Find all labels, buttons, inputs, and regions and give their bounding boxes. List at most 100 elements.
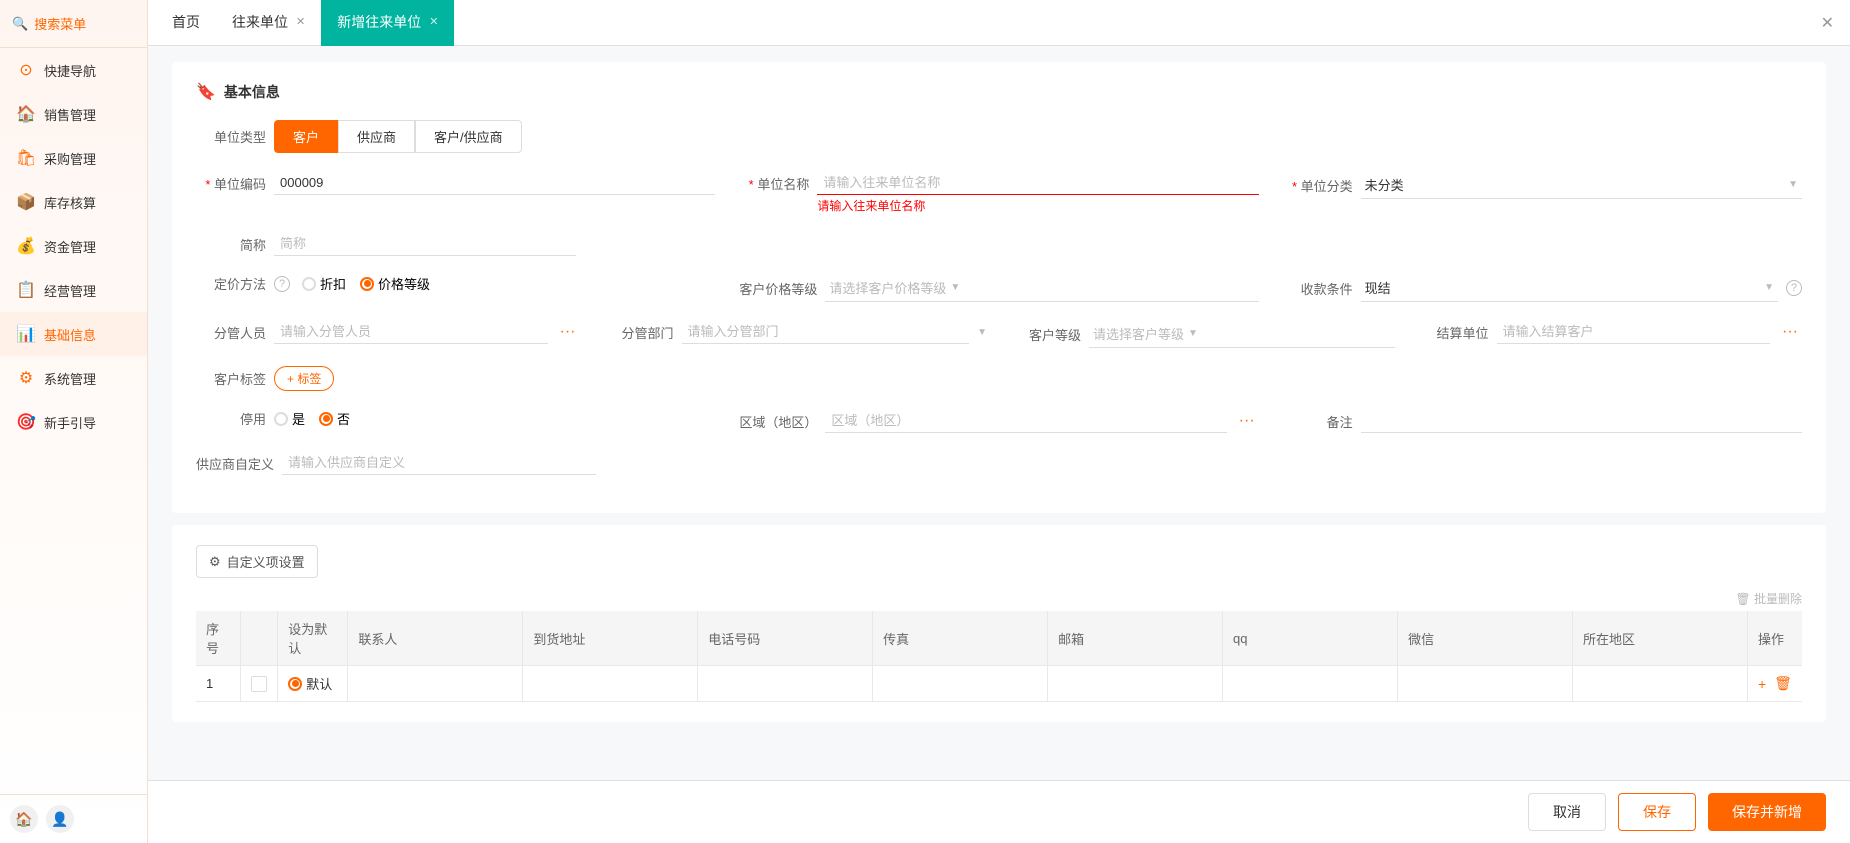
unit-type-row: 单位类型 客户 供应商 客户/供应商 (196, 120, 1802, 153)
pricing-help-icon[interactable]: ? (274, 276, 290, 292)
tab-partner-list[interactable]: 往来单位 ✕ (216, 0, 321, 46)
col-wechat: 微信 (1398, 611, 1573, 666)
default-radio[interactable]: 默认 (288, 674, 337, 693)
disabled-yes-radio[interactable]: 是 (274, 409, 305, 428)
batch-delete-btn[interactable]: 🗑 批量删除 (196, 590, 1802, 607)
tab-home[interactable]: 首页 (156, 0, 216, 46)
sidebar-search[interactable]: 🔍 搜索菜单 (0, 0, 147, 48)
row-checkbox[interactable] (251, 676, 267, 692)
manager-input[interactable] (274, 320, 548, 344)
unit-type-both-btn[interactable]: 客户/供应商 (415, 120, 522, 153)
customer-tags-row: 客户标签 + 标签 (196, 366, 1802, 391)
cell-email[interactable] (1048, 666, 1223, 702)
region-input[interactable] (825, 409, 1226, 433)
cell-phone[interactable] (698, 666, 873, 702)
sidebar-item-inventory[interactable]: 📦 库存核算 (0, 180, 147, 224)
customer-price-level-chevron: ▼ (950, 282, 960, 293)
sidebar-item-sales-mgmt[interactable]: 🏠 销售管理 (0, 92, 147, 136)
pricing-level-radio[interactable]: 价格等级 (360, 274, 430, 293)
customer-level-select[interactable]: 请选择客户等级 ▼ (1089, 320, 1395, 348)
tab-add-partner-close[interactable]: ✕ (429, 15, 438, 28)
unit-type-label: 单位类型 (196, 127, 266, 146)
address-input[interactable] (533, 676, 687, 691)
save-button[interactable]: 保存 (1618, 793, 1696, 831)
table-card: ⚙ 自定义项设置 🗑 批量删除 序号 设为默认 联系人 到货地址 电话号码 传真 (172, 525, 1826, 722)
payment-terms-help-icon[interactable]: ? (1786, 280, 1802, 296)
save-new-button[interactable]: 保存并新增 (1708, 793, 1826, 831)
inventory-icon: 📦 (16, 192, 36, 212)
custom-settings-btn[interactable]: ⚙ 自定义项设置 (196, 545, 318, 578)
batch-delete-label: 批量删除 (1754, 592, 1802, 606)
department-input[interactable] (682, 320, 970, 344)
email-input[interactable] (1058, 676, 1212, 691)
unit-category-select[interactable]: 未分类 ▼ (1361, 171, 1802, 199)
region-more-btn[interactable]: ··· (1235, 412, 1259, 430)
fax-input[interactable] (883, 676, 1037, 691)
row-actions: + 🗑 (1758, 675, 1792, 692)
remarks-field: 备注 (1283, 409, 1802, 433)
sidebar-item-new-guide[interactable]: 🎯 新手引导 (0, 400, 147, 444)
cell-wechat[interactable] (1398, 666, 1573, 702)
phone-input[interactable] (708, 676, 862, 691)
purchase-icon: 🛍 (16, 148, 36, 168)
tabbar-close-btn[interactable]: ✕ (1813, 13, 1842, 33)
col-fax: 传真 (873, 611, 1048, 666)
short-name-field: 简称 (196, 232, 576, 256)
unit-name-input[interactable] (817, 171, 1258, 195)
sidebar-item-ops-mgmt[interactable]: 📋 经营管理 (0, 268, 147, 312)
unit-type-customer-btn[interactable]: 客户 (274, 120, 338, 153)
col-email: 邮箱 (1048, 611, 1223, 666)
tab-add-partner[interactable]: 新增往来单位 ✕ (321, 0, 454, 46)
region-field: 区域（地区） ··· (739, 409, 1258, 433)
supplier-custom-input[interactable] (282, 451, 596, 475)
add-row-btn[interactable]: + (1758, 676, 1766, 692)
tabbar: 首页 往来单位 ✕ 新增往来单位 ✕ ✕ (148, 0, 1850, 46)
disabled-label: 停用 (196, 409, 266, 428)
unit-category-value: 未分类 (1365, 175, 1784, 194)
disabled-radio-group: 是 否 (274, 409, 350, 428)
manager-more-btn[interactable]: ··· (556, 323, 580, 341)
sidebar-item-sys-mgmt[interactable]: ⚙ 系统管理 (0, 356, 147, 400)
cell-address[interactable] (523, 666, 698, 702)
cell-fax[interactable] (873, 666, 1048, 702)
cell-default: 默认 (278, 666, 348, 702)
area-input[interactable] (1583, 676, 1737, 691)
disabled-yes-outer (274, 412, 288, 426)
add-tag-btn[interactable]: + 标签 (274, 366, 334, 391)
settlement-unit-more-btn[interactable]: ··· (1778, 323, 1802, 341)
search-icon: 🔍 (12, 16, 28, 32)
sidebar-home-btn[interactable]: 🏠 (10, 805, 38, 833)
short-name-input[interactable] (274, 232, 576, 256)
cell-contact[interactable] (348, 666, 523, 702)
wechat-input[interactable] (1408, 676, 1562, 691)
customer-level-chevron: ▼ (1188, 328, 1198, 339)
sidebar-item-basic-info[interactable]: 📊 基础信息 (0, 312, 147, 356)
cell-check (241, 666, 278, 702)
unit-code-field: 单位编码 (196, 171, 715, 195)
unit-type-supplier-btn[interactable]: 供应商 (338, 120, 415, 153)
payment-terms-select[interactable]: 现结 ▼ (1361, 274, 1778, 302)
contact-input[interactable] (358, 676, 512, 691)
sidebar-item-purchase-mgmt[interactable]: 🛍 采购管理 (0, 136, 147, 180)
settlement-unit-input[interactable] (1497, 320, 1771, 344)
cell-area[interactable] (1573, 666, 1748, 702)
pricing-discount-radio[interactable]: 折扣 (302, 274, 346, 293)
disabled-no-radio[interactable]: 否 (319, 409, 350, 428)
cancel-button[interactable]: 取消 (1528, 793, 1606, 831)
unit-code-input[interactable] (274, 171, 715, 195)
region-label: 区域（地区） (739, 412, 817, 431)
customer-price-level-label: 客户价格等级 (739, 279, 817, 298)
sidebar-item-finance[interactable]: 💰 资金管理 (0, 224, 147, 268)
new-guide-icon: 🎯 (16, 412, 36, 432)
table-header-row: 序号 设为默认 联系人 到货地址 电话号码 传真 邮箱 qq 微信 所在地区 操… (196, 611, 1802, 666)
sidebar-item-quick-nav[interactable]: ⊙ 快捷导航 (0, 48, 147, 92)
qq-input[interactable] (1233, 676, 1387, 691)
table-head: 序号 设为默认 联系人 到货地址 电话号码 传真 邮箱 qq 微信 所在地区 操… (196, 611, 1802, 666)
tab-partner-list-close[interactable]: ✕ (296, 15, 305, 28)
delete-row-btn[interactable]: 🗑 (1774, 675, 1792, 692)
sidebar-user-btn[interactable]: 👤 (46, 805, 74, 833)
customer-price-level-select[interactable]: 请选择客户价格等级 ▼ (825, 274, 1258, 302)
cell-qq[interactable] (1223, 666, 1398, 702)
remarks-input[interactable] (1361, 409, 1802, 433)
unit-type-field: 单位类型 客户 供应商 客户/供应商 (196, 120, 522, 153)
